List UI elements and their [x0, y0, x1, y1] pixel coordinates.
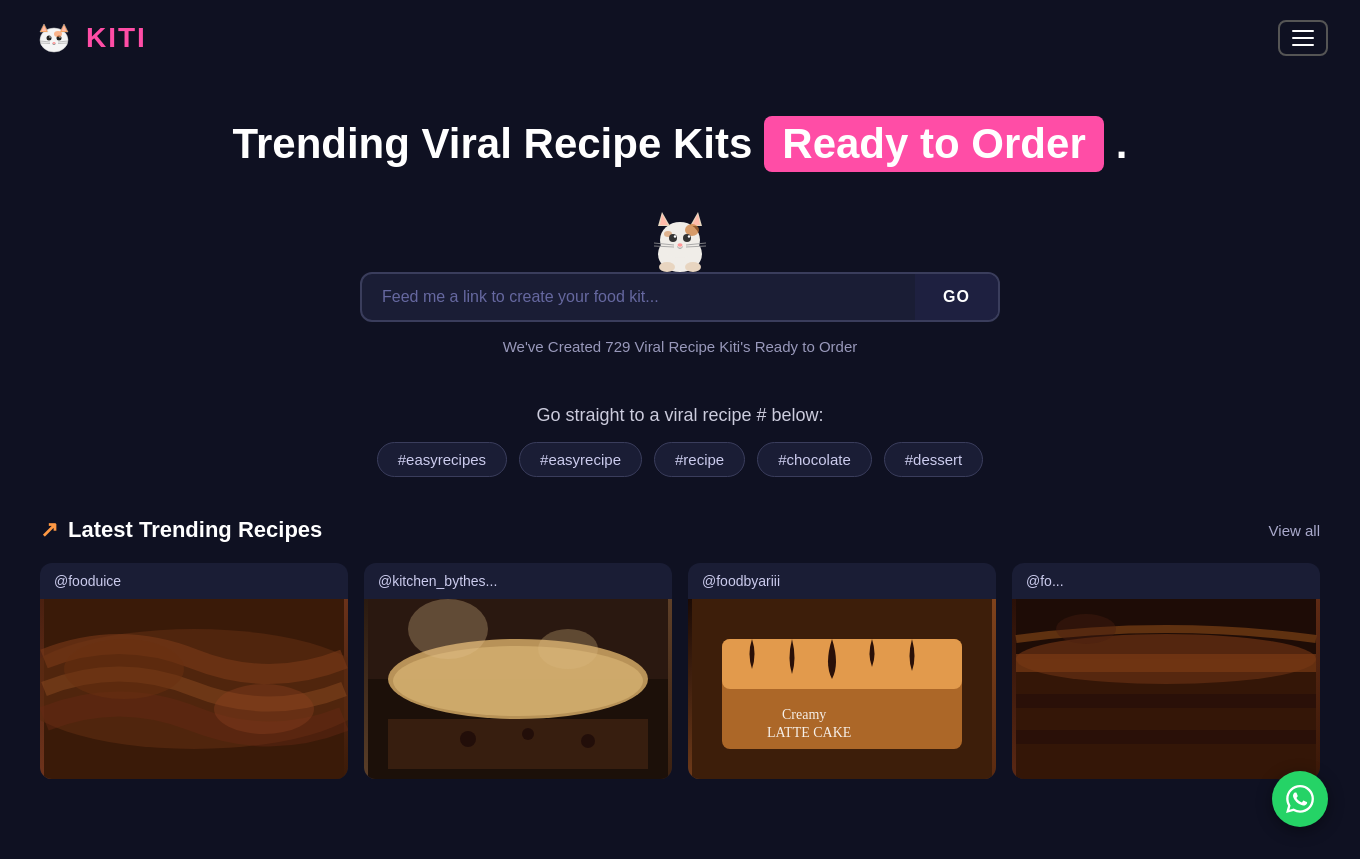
logo[interactable]: KITI [32, 16, 147, 60]
cat-mascot [20, 202, 1340, 282]
svg-point-34 [685, 262, 701, 272]
recipe-card[interactable]: @foodbyariii Creamy LATTE CAKE [688, 563, 996, 779]
svg-point-26 [674, 235, 676, 237]
card-author: @foodbyariii [688, 563, 996, 599]
trending-title-container: ↗ Latest Trending Recipes [40, 517, 322, 543]
svg-rect-43 [388, 719, 648, 769]
view-all-link[interactable]: View all [1269, 522, 1320, 539]
card-author: @fooduice [40, 563, 348, 599]
svg-point-27 [688, 235, 690, 237]
card-image [40, 599, 348, 779]
hero-section: Trending Viral Recipe Kits Ready to Orde… [0, 76, 1360, 405]
svg-point-28 [678, 243, 683, 247]
logo-icon [32, 16, 76, 60]
svg-point-6 [47, 36, 52, 41]
viral-section: Go straight to a viral recipe # below: #… [0, 405, 1360, 477]
hero-title-dot: . [1116, 120, 1128, 168]
svg-point-33 [659, 262, 675, 272]
recipe-cards-container: @fooduice @kitchen_bythes... [40, 563, 1320, 779]
card-image [364, 599, 672, 779]
hashtag-pill[interactable]: #recipe [654, 442, 745, 477]
trending-arrow-icon: ↗ [40, 517, 58, 543]
svg-line-12 [40, 43, 50, 44]
svg-point-60 [1056, 614, 1116, 644]
svg-rect-51 [722, 639, 962, 689]
hamburger-line-2 [1292, 37, 1314, 39]
svg-point-38 [214, 684, 314, 734]
hero-title: Trending Viral Recipe Kits Ready to Orde… [20, 116, 1340, 172]
hashtag-list: #easyrecipes #easyrecipe #recipe #chocolate… [0, 442, 1360, 477]
svg-point-37 [64, 639, 184, 699]
svg-point-8 [49, 36, 50, 37]
svg-point-47 [522, 728, 534, 740]
whatsapp-button[interactable] [1272, 771, 1328, 827]
svg-point-15 [54, 31, 62, 37]
svg-point-25 [683, 234, 691, 242]
svg-point-46 [460, 731, 476, 747]
whatsapp-icon [1286, 785, 1314, 813]
hashtag-pill[interactable]: #easyrecipe [519, 442, 642, 477]
card-author: @kitchen_bythes... [364, 563, 672, 599]
hashtag-pill[interactable]: #easyrecipes [377, 442, 507, 477]
hamburger-line-3 [1292, 44, 1314, 46]
svg-line-14 [58, 43, 68, 44]
recipe-card[interactable]: @fo... [1012, 563, 1320, 779]
trending-title-text: Latest Trending Recipes [68, 517, 322, 543]
svg-point-10 [53, 42, 56, 44]
svg-point-44 [408, 599, 488, 659]
recipe-card[interactable]: @kitchen_bythes... [364, 563, 672, 779]
subtitle-text: We've Created 729 Viral Recipe Kiti's Re… [20, 338, 1340, 355]
card-image: Creamy LATTE CAKE [688, 599, 996, 779]
svg-rect-58 [1016, 694, 1316, 708]
cat-mascot-icon [640, 202, 720, 282]
hashtag-pill[interactable]: #dessert [884, 442, 984, 477]
recipe-card[interactable]: @fooduice [40, 563, 348, 779]
hamburger-line-1 [1292, 30, 1314, 32]
viral-label: Go straight to a viral recipe # below: [0, 405, 1360, 426]
svg-point-42 [393, 646, 643, 716]
svg-point-48 [581, 734, 595, 748]
svg-point-24 [669, 234, 677, 242]
hashtag-pill[interactable]: #chocolate [757, 442, 872, 477]
svg-rect-59 [1016, 730, 1316, 744]
header: KITI [0, 0, 1360, 76]
menu-button[interactable] [1278, 20, 1328, 56]
hero-title-highlight: Ready to Order [764, 116, 1103, 172]
svg-rect-57 [1016, 654, 1316, 672]
svg-point-45 [538, 629, 598, 669]
svg-text:Creamy: Creamy [782, 707, 826, 722]
hero-title-main: Trending Viral Recipe Kits [233, 120, 753, 168]
card-author: @fo... [1012, 563, 1320, 599]
logo-text: KITI [86, 22, 147, 54]
trending-section: ↗ Latest Trending Recipes View all @food… [0, 497, 1360, 799]
trending-header: ↗ Latest Trending Recipes View all [40, 517, 1320, 543]
svg-text:LATTE CAKE: LATTE CAKE [767, 725, 851, 740]
card-image [1012, 599, 1320, 779]
